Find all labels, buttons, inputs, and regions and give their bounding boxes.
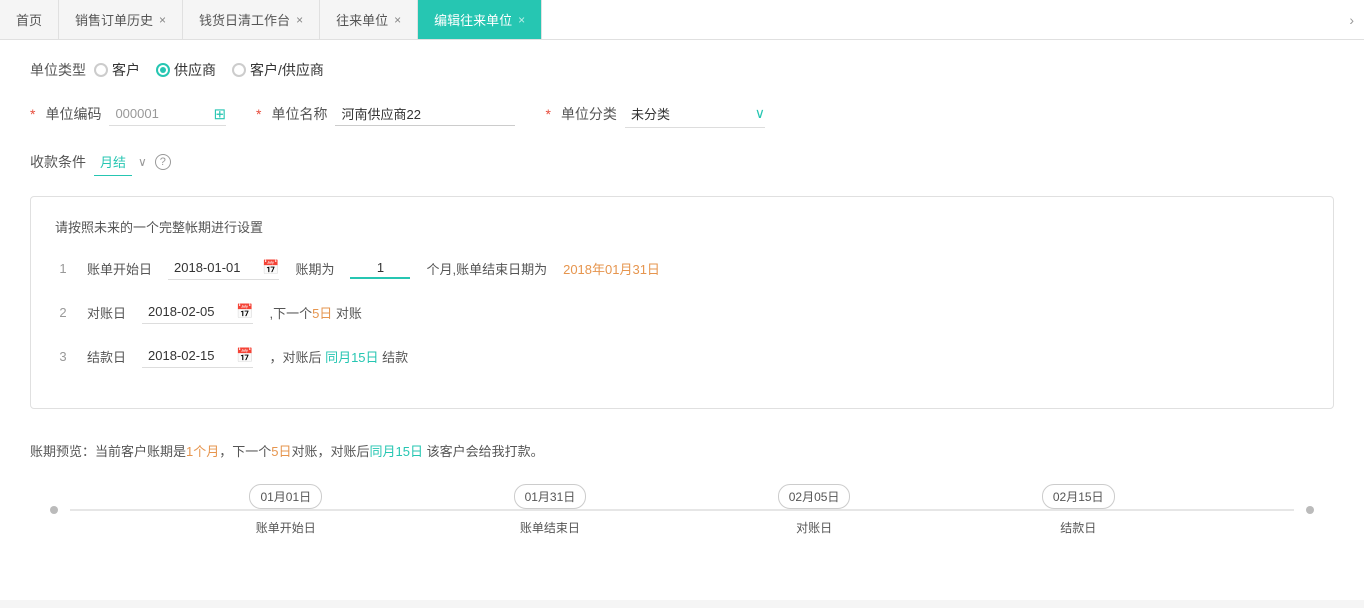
period-months-input[interactable]: 1 (350, 258, 410, 279)
unit-type-group: 单位类型 客户 供应商 客户/供应商 (30, 60, 324, 80)
main-content: 单位类型 客户 供应商 客户/供应商 * 单位编码 (0, 40, 1364, 600)
unit-type-radios: 客户 供应商 客户/供应商 (94, 60, 324, 80)
radio-customer[interactable]: 客户 (94, 60, 140, 80)
close-cash-work[interactable]: × (296, 13, 303, 27)
preview-text: 账期预览：当前客户账期是1个月，下一个5日对账，对账后同月15日 该客户会给我打… (30, 441, 1334, 460)
period-3-desc: ，对账后 同月15日 结款 (269, 347, 408, 366)
period-1-desc-prefix: 账期为 (295, 259, 334, 278)
payment-date-input[interactable] (142, 344, 232, 367)
unit-name-label: 单位名称 (271, 104, 327, 124)
unit-category-label: 单位分类 (561, 104, 617, 124)
timeline: 01月01日 账单开始日 01月31日 账单结束日 02月05日 对账日 02月… (30, 484, 1334, 536)
unit-code-input[interactable] (109, 102, 209, 125)
timeline-label-3: 02月05日 (778, 484, 851, 509)
reconcile-date-input[interactable] (142, 300, 232, 323)
timeline-point-2: 01月31日 账单结束日 (514, 484, 587, 536)
payment-terms-group: 收款条件 月结 ∨ ? (30, 148, 171, 176)
unit-name-input[interactable] (335, 102, 515, 126)
preview-part3: 同月15日 (370, 444, 423, 459)
period-label-1: 账单开始日 (87, 259, 152, 278)
timeline-label-2: 01月31日 (514, 484, 587, 509)
payment-terms-value: 月结 (94, 148, 132, 176)
close-sales-history[interactable]: × (159, 13, 166, 27)
tab-home[interactable]: 首页 (0, 0, 59, 39)
radio-circle-supplier (156, 63, 170, 77)
period-instruction: 请按照未来的一个完整帐期进行设置 (55, 217, 1309, 236)
period-num-1: 1 (55, 261, 71, 276)
reconcile-date-calendar-icon[interactable]: 📅 (236, 303, 253, 320)
tab-bar: 首页 销售订单历史 × 钱货日清工作台 × 往来单位 × 编辑往来单位 × › (0, 0, 1364, 40)
timeline-label-4: 02月15日 (1042, 484, 1115, 509)
preview-section: 账期预览：当前客户账期是1个月，下一个5日对账，对账后同月15日 该客户会给我打… (30, 425, 1334, 546)
period-settings-box: 请按照未来的一个完整帐期进行设置 1 账单开始日 📅 账期为 1 个月,账单结束… (30, 196, 1334, 409)
start-date-input[interactable] (168, 256, 258, 279)
unit-code-group: * 单位编码 ⊞ (30, 102, 226, 126)
timeline-point-3: 02月05日 对账日 (778, 484, 851, 536)
timeline-sublabel-3: 对账日 (796, 519, 832, 536)
help-icon[interactable]: ? (155, 154, 171, 170)
unit-type-label: 单位类型 (30, 60, 86, 80)
start-date-field: 📅 (168, 256, 279, 280)
timeline-label-1: 01月01日 (249, 484, 322, 509)
start-date-calendar-icon[interactable]: 📅 (262, 259, 279, 276)
period-num-3: 3 (55, 349, 71, 364)
period-2-desc: ,下一个5日 对账 (269, 303, 361, 322)
unit-category-select[interactable]: 未分类 ∨ (625, 100, 765, 128)
preview-part1: 1个月 (186, 444, 219, 459)
preview-prefix: 账期预览：当前客户账期是 (30, 444, 186, 459)
unit-category-group: * 单位分类 未分类 ∨ (545, 100, 764, 128)
period-1-desc-suffix: 个月,账单结束日期为 (426, 259, 547, 278)
preview-part2: 5日 (271, 444, 291, 459)
unit-code-field: ⊞ (109, 102, 226, 126)
timeline-start-dot (50, 506, 58, 514)
timeline-sublabel-2: 账单结束日 (520, 519, 580, 536)
timeline-end-dot (1306, 506, 1314, 514)
reconcile-date-field: 📅 (142, 300, 253, 324)
preview-mid2: 对账，对账后 (292, 444, 370, 459)
tab-partner[interactable]: 往来单位 × (320, 0, 418, 39)
timeline-point-4: 02月15日 结款日 (1042, 484, 1115, 536)
timeline-points: 01月01日 账单开始日 01月31日 账单结束日 02月05日 对账日 02月… (90, 484, 1274, 536)
timeline-point-1: 01月01日 账单开始日 (249, 484, 322, 536)
payment-day-highlight: 同月15日 (325, 350, 378, 365)
tab-cash-work[interactable]: 钱货日清工作台 × (183, 0, 320, 39)
period-end-date-highlight: 2018年01月31日 (563, 259, 660, 278)
payment-date-field: 📅 (142, 344, 253, 368)
close-partner[interactable]: × (394, 13, 401, 27)
period-num-2: 2 (55, 305, 71, 320)
period-row-1: 1 账单开始日 📅 账期为 1 个月,账单结束日期为 2018年01月31日 (55, 256, 1309, 280)
timeline-sublabel-4: 结款日 (1060, 519, 1096, 536)
close-edit-partner[interactable]: × (518, 13, 525, 27)
tab-more-button[interactable]: › (1339, 0, 1364, 39)
payment-terms-row: 收款条件 月结 ∨ ? (30, 148, 1334, 176)
payment-dropdown-chevron: ∨ (138, 155, 147, 169)
tab-edit-partner[interactable]: 编辑往来单位 × (418, 0, 542, 39)
preview-mid1: ，下一个 (219, 444, 271, 459)
unit-code-label: 单位编码 (45, 104, 101, 124)
unit-name-group: * 单位名称 (256, 102, 515, 126)
payment-date-calendar-icon[interactable]: 📅 (236, 347, 253, 364)
copy-icon[interactable]: ⊞ (213, 105, 226, 123)
period-label-2: 对账日 (87, 303, 126, 322)
unit-info-row: * 单位编码 ⊞ * 单位名称 * 单位分类 未分类 ∨ (30, 100, 1334, 128)
tab-sales-history[interactable]: 销售订单历史 × (59, 0, 183, 39)
radio-supplier[interactable]: 供应商 (156, 60, 216, 80)
radio-circle-both (232, 63, 246, 77)
preview-suffix: 该客户会给我打款。 (427, 444, 544, 459)
period-label-3: 结款日 (87, 347, 126, 366)
payment-terms-dropdown[interactable]: 月结 ∨ (94, 148, 147, 176)
payment-terms-label: 收款条件 (30, 152, 86, 172)
period-row-3: 3 结款日 📅 ，对账后 同月15日 结款 (55, 344, 1309, 368)
radio-circle-customer (94, 63, 108, 77)
radio-both[interactable]: 客户/供应商 (232, 60, 324, 80)
unit-type-row: 单位类型 客户 供应商 客户/供应商 (30, 60, 1334, 80)
category-dropdown-icon: ∨ (755, 105, 765, 122)
timeline-sublabel-1: 账单开始日 (256, 519, 316, 536)
unit-category-value: 未分类 (625, 100, 751, 127)
period-row-2: 2 对账日 📅 ,下一个5日 对账 (55, 300, 1309, 324)
reconcile-day-highlight: 5日 (312, 306, 332, 321)
